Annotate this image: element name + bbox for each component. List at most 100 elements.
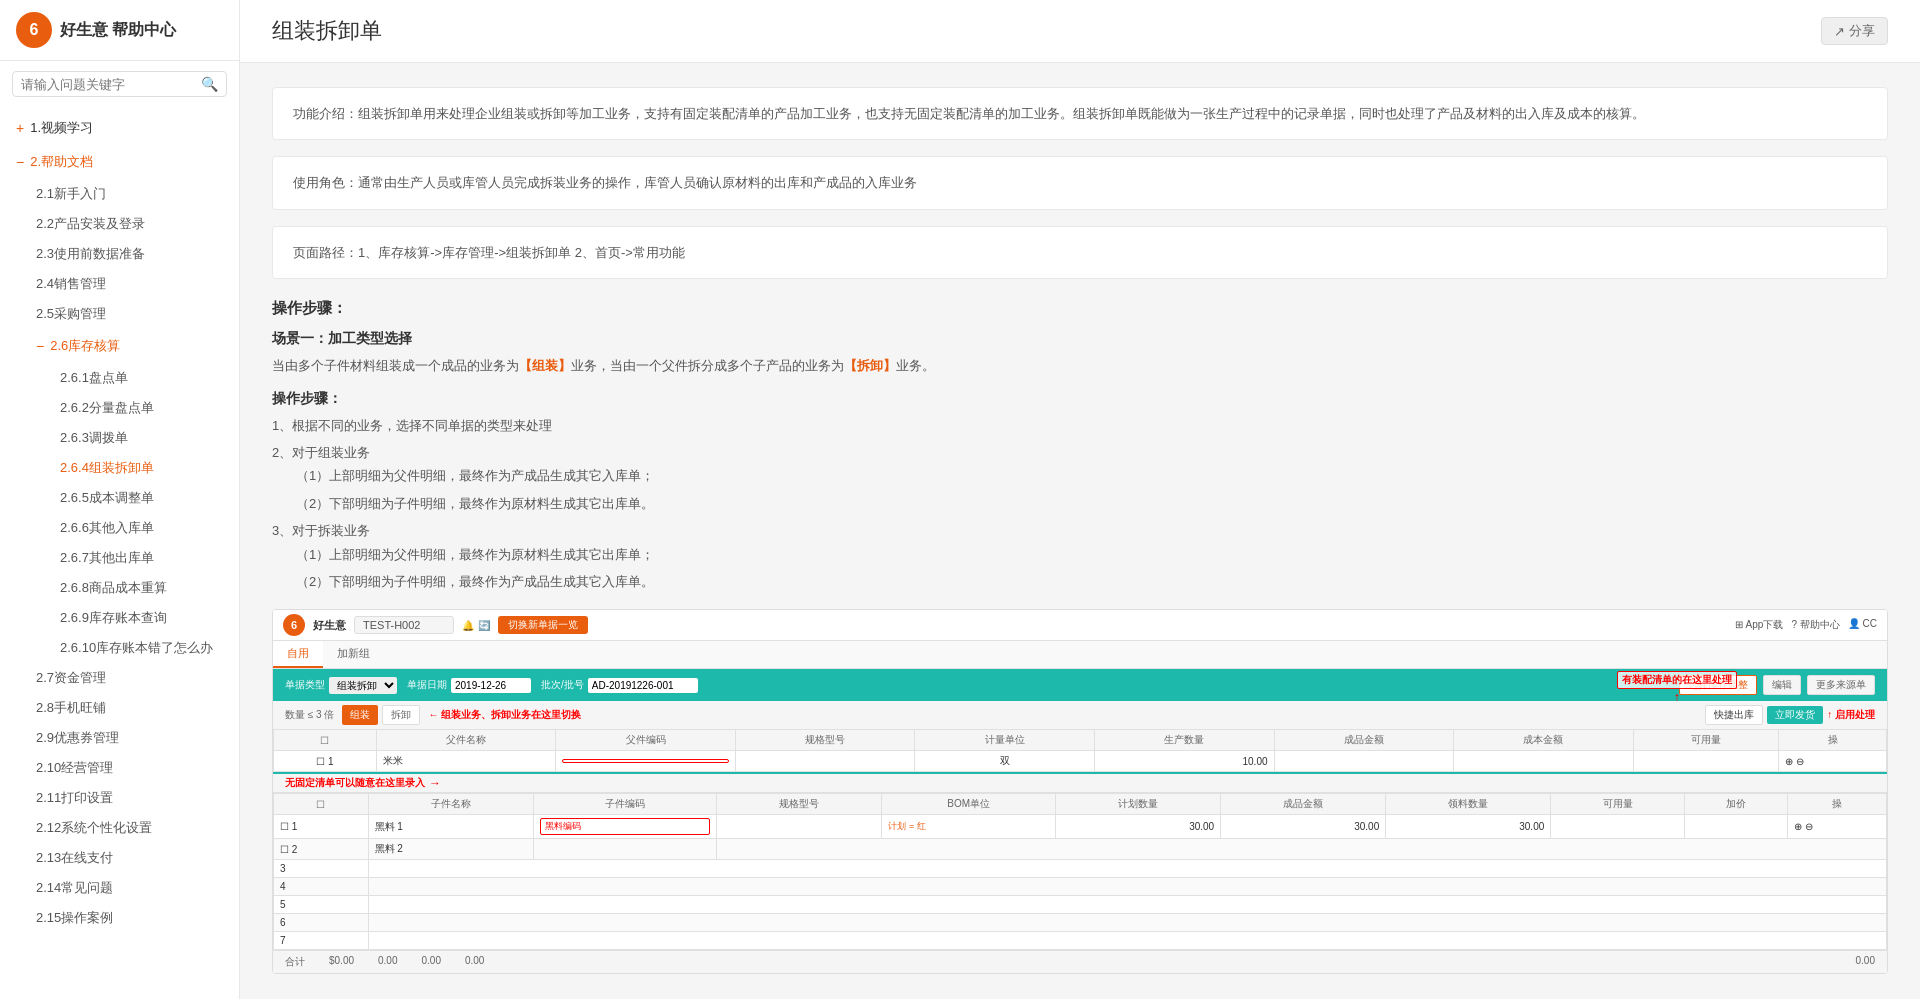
sidebar-item-cost-adjust[interactable]: 2.6.5成本调整单 — [0, 483, 239, 513]
th-parent-name: 父件名称 — [376, 730, 556, 751]
path-text: 页面路径：1、库存核算->库存管理->组装拆卸单 2、首页->常用功能 — [293, 245, 685, 260]
sidebar-item-payment-label: 2.13在线支付 — [36, 850, 113, 865]
sub-steps-list-2: （1）上部明细为父件明细，最终作为产成品生成其它入库单； （2）下部明细为子件明… — [272, 464, 1888, 515]
scene1-steps-title: 操作步骤： — [272, 390, 1888, 408]
total-label: 合计 — [285, 955, 305, 969]
sidebar-item-other-in[interactable]: 2.6.6其他入库单 — [0, 513, 239, 543]
btn-assembly[interactable]: 组装 — [342, 705, 378, 725]
sidebar-item-faq-label: 2.14常见问题 — [36, 880, 113, 895]
sidebar-item-docs[interactable]: − 2.帮助文档 — [0, 145, 239, 179]
logo-icon: 6 — [16, 12, 52, 48]
sidebar-item-other-out[interactable]: 2.6.7其他出库单 — [0, 543, 239, 573]
child-row-7: 7 — [274, 932, 1887, 950]
ctd-num-7: 7 — [274, 932, 369, 950]
sidebar-item-inventory-label: 2.6库存核算 — [50, 337, 120, 355]
sidebar: 6 好生意 帮助中心 🔍 + 1.视频学习 − 2.帮助文档 2.1新手入门 2… — [0, 0, 240, 999]
cth-child-code: 子件编码 — [533, 794, 717, 815]
share-icon: ↗ — [1834, 24, 1845, 39]
sidebar-item-purchase-label: 2.5采购管理 — [36, 306, 106, 321]
td-spec — [735, 751, 915, 772]
search-input[interactable] — [21, 77, 201, 92]
sidebar-item-payment[interactable]: 2.13在线支付 — [0, 843, 239, 873]
annotation-2-text: 组装业务、拆卸业务在这里切换 — [441, 709, 581, 720]
parent-table: ☐ 父件名称 父件编码 规格型号 计量单位 生产数量 成品金额 成本金额 可用量… — [273, 729, 1887, 772]
sidebar-item-data-prep[interactable]: 2.3使用前数据准备 — [0, 239, 239, 269]
app-form-area: 单据类型 组装拆卸 单据日期 批次/批号 — [273, 669, 1887, 701]
app-nav-button[interactable]: 切换新单据一览 — [498, 616, 588, 634]
app-tab-self[interactable]: 自用 — [273, 641, 323, 668]
sidebar-item-stockcount[interactable]: 2.6.1盘点单 — [0, 363, 239, 393]
intro-text: 功能介绍：组装拆卸单用来处理企业组装或拆卸等加工业务，支持有固定装配清单的产品加… — [293, 106, 1645, 121]
sidebar-item-newbie-label: 2.1新手入门 — [36, 186, 106, 201]
main-content: 组装拆卸单 ↗ 分享 功能介绍：组装拆卸单用来处理企业组装或拆卸等加工业务，支持… — [240, 0, 1920, 999]
sidebar-item-coupon[interactable]: 2.9优惠券管理 — [0, 723, 239, 753]
form-btn-more[interactable]: 更多来源单 — [1807, 675, 1875, 695]
parent-code-highlight — [562, 759, 729, 763]
screenshot-container: 6 好生意 TEST-H002 🔔 🔄 切换新单据一览 ⊞ App下载 ? 帮助… — [272, 609, 1888, 974]
sidebar-item-newbie[interactable]: 2.1新手入门 — [0, 179, 239, 209]
sub-steps-list-3: （1）上部明细为父件明细，最终作为原材料生成其它出库单； （2）下部明细为子件明… — [272, 543, 1888, 594]
share-button[interactable]: ↗ 分享 — [1821, 17, 1888, 45]
sidebar-item-adjust[interactable]: 2.6.3调拨单 — [0, 423, 239, 453]
annotation-3-text: 启用处理 — [1835, 709, 1875, 720]
sidebar-item-print[interactable]: 2.11打印设置 — [0, 783, 239, 813]
sidebar-item-stock-query[interactable]: 2.6.9库存账本查询 — [0, 603, 239, 633]
th-spec: 规格型号 — [735, 730, 915, 751]
sidebar-item-cost-recalc[interactable]: 2.6.8商品成本重算 — [0, 573, 239, 603]
sidebar-item-partialcount[interactable]: 2.6.2分量盘点单 — [0, 393, 239, 423]
sidebar-item-ops[interactable]: 2.10经营管理 — [0, 753, 239, 783]
ctd-rest-4 — [368, 878, 1887, 896]
sidebar-item-stock-error[interactable]: 2.6.10库存账本错了怎么办 — [0, 633, 239, 663]
app-icon-bell: 🔔 — [462, 620, 474, 631]
sidebar-item-finance-label: 2.7资金管理 — [36, 670, 106, 685]
form-select-type[interactable]: 组装拆卸 — [329, 677, 397, 694]
annotation-4: 无固定清单可以随意在这里录入 → — [285, 776, 1875, 790]
ctd-code-1: 黑料编码 — [533, 815, 717, 839]
btn-enable[interactable]: 立即发货 — [1767, 706, 1823, 724]
role-block: 使用角色：通常由生产人员或库管人员完成拆装业务的操作，库管人员确认原材料的出库和… — [272, 156, 1888, 209]
cth-ops: 操 — [1787, 794, 1886, 815]
share-label: 分享 — [1849, 22, 1875, 40]
form-group-date: 单据日期 — [407, 678, 531, 693]
sidebar-item-finance[interactable]: 2.7资金管理 — [0, 663, 239, 693]
sidebar-item-purchase[interactable]: 2.5采购管理 — [0, 299, 239, 329]
search-icon[interactable]: 🔍 — [201, 76, 218, 92]
ctd-check-1: ☐ 1 — [274, 815, 369, 839]
app-icon-help: ? 帮助中心 — [1791, 618, 1839, 632]
brand-name: 好生意 帮助中心 — [60, 20, 176, 41]
code-highlight-1: 黑料编码 — [540, 818, 711, 835]
annotation-1-box: 有装配清单的在这里处理 — [1617, 671, 1737, 689]
path-block: 页面路径：1、库存核算->库存管理->组装拆卸单 2、首页->常用功能 — [272, 226, 1888, 279]
app-tab-new[interactable]: 加新组 — [323, 641, 384, 668]
sidebar-item-video[interactable]: + 1.视频学习 — [0, 111, 239, 145]
sidebar-item-inventory[interactable]: − 2.6库存核算 — [0, 329, 239, 363]
sidebar-item-faq[interactable]: 2.14常见问题 — [0, 873, 239, 903]
td-ops-btn: ⊕ ⊖ — [1779, 751, 1887, 772]
sidebar-item-assembly[interactable]: 2.6.4组装拆卸单 — [0, 453, 239, 483]
intro-block: 功能介绍：组装拆卸单用来处理企业组装或拆卸等加工业务，支持有固定装配清单的产品加… — [272, 87, 1888, 140]
form-btn-edit[interactable]: 编辑 — [1763, 675, 1801, 695]
search-field[interactable]: 快捷出库 — [1705, 705, 1763, 725]
form-input-date[interactable] — [451, 678, 531, 693]
sidebar-item-sales[interactable]: 2.4销售管理 — [0, 269, 239, 299]
nav-section: + 1.视频学习 − 2.帮助文档 2.1新手入门 2.2产品安装及登录 2.3… — [0, 107, 239, 937]
sidebar-item-mobile[interactable]: 2.8手机旺铺 — [0, 693, 239, 723]
annotation-1: 有装配清单的在这里处理 ↑ — [1617, 671, 1737, 705]
ctd-num-5: 5 — [274, 896, 369, 914]
total-val-1: $0.00 — [329, 955, 354, 969]
sidebar-item-customization[interactable]: 2.12系统个性化设置 — [0, 813, 239, 843]
page-title: 组装拆卸单 — [272, 16, 382, 46]
form-input-num[interactable] — [588, 678, 698, 693]
ctd-rest-5 — [368, 896, 1887, 914]
app-lower-table: ☐ 子件名称 子件编码 规格型号 BOM单位 计划数量 成品金额 领料数量 可用… — [273, 793, 1887, 950]
child-row-1: ☐ 1 黑料 1 黑料编码 计划 = 红 30.00 30.00 30.00 — [274, 815, 1887, 839]
btn-disassembly[interactable]: 拆卸 — [382, 705, 420, 725]
app-top-right: ⊞ App下载 ? 帮助中心 👤 CC — [1735, 618, 1877, 632]
minus-icon-docs: − — [16, 154, 24, 170]
sidebar-item-cases[interactable]: 2.15操作案例 — [0, 903, 239, 933]
sidebar-item-install[interactable]: 2.2产品安装及登录 — [0, 209, 239, 239]
type-switch-area: 组装 拆卸 — [342, 705, 420, 725]
cth-plan-amount: 成品金额 — [1221, 794, 1386, 815]
ctd-amount-1: 30.00 — [1221, 815, 1386, 839]
table-row: ☐ 1 米米 双 10.00 — [274, 751, 1887, 772]
